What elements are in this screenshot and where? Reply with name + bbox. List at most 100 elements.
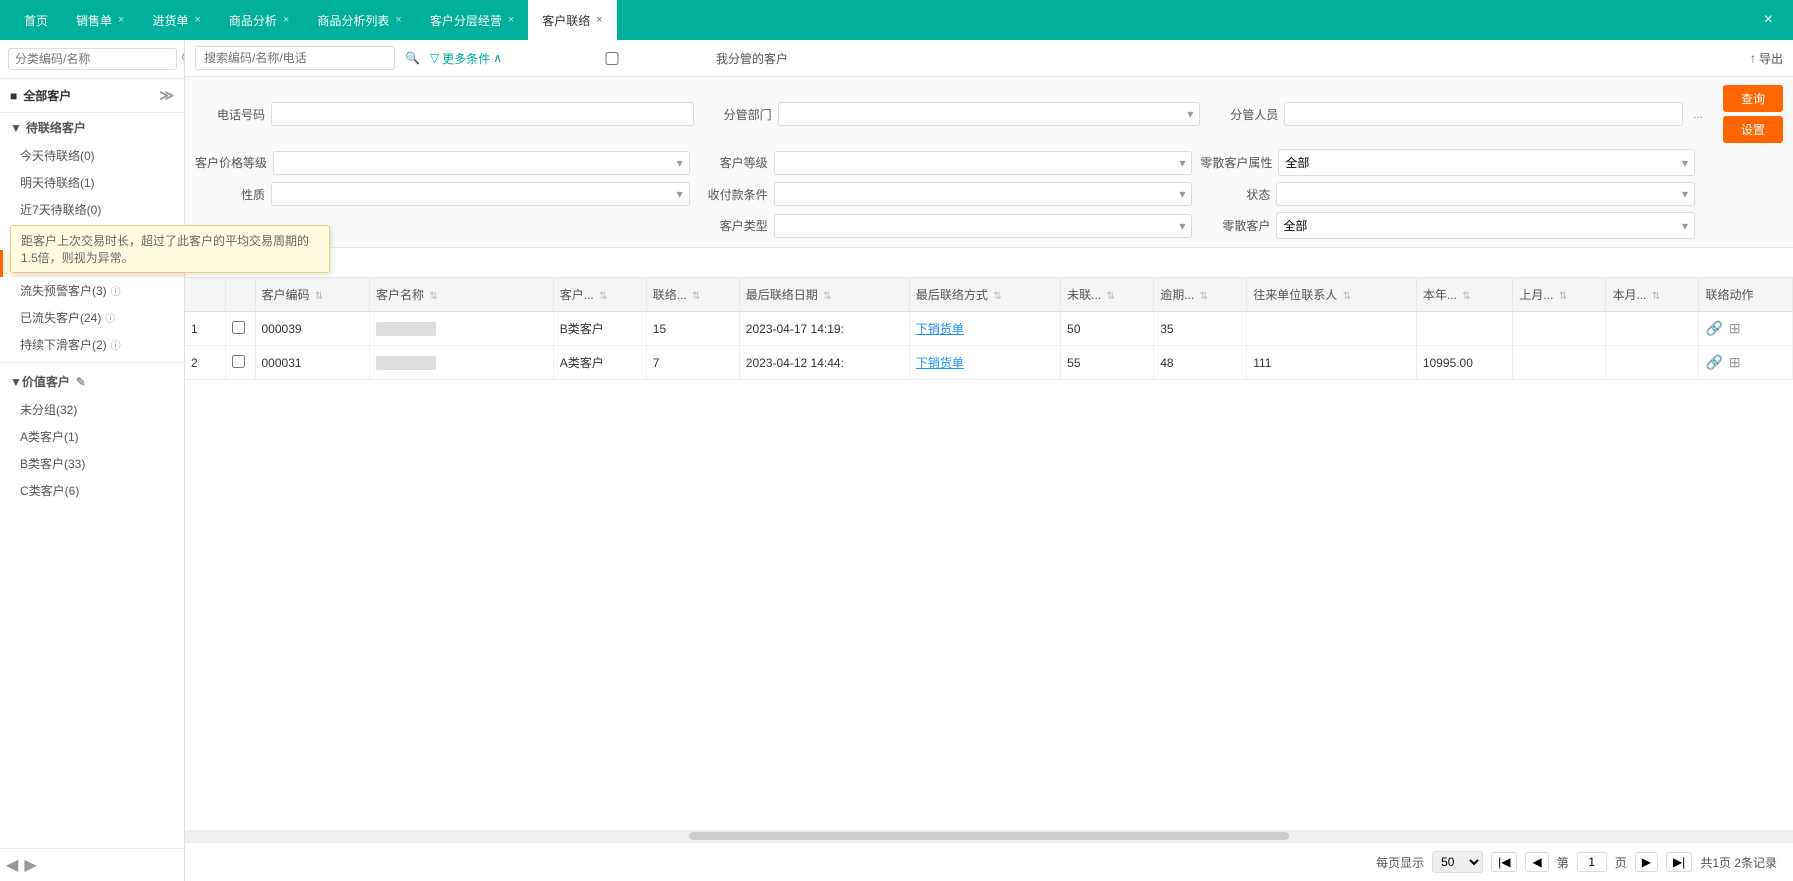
grid-action-icon-1[interactable]: ⊞ <box>1729 320 1741 337</box>
row-checkbox-1[interactable] <box>232 321 245 334</box>
nav-customer-contact[interactable]: 客户联络 × <box>528 0 616 40</box>
horizontal-scrollbar[interactable] <box>185 830 1793 842</box>
phone-input[interactable] <box>271 102 694 126</box>
nav-customer-tier[interactable]: 客户分层经营 × <box>416 0 528 40</box>
status-select[interactable]: ▾ <box>1276 182 1695 206</box>
per-page-select[interactable]: 50 100 200 <box>1432 851 1483 873</box>
sort-icon-type[interactable]: ⇅ <box>599 291 607 302</box>
sidebar-search-input[interactable] <box>8 48 177 70</box>
top-nav: 首页 销售单 × 进货单 × 商品分析 × 商品分析列表 × 客户分层经营 × … <box>0 0 1793 40</box>
sidebar-item-churn-warning[interactable]: 流失预警客户(3) ⓘ <box>0 277 184 304</box>
sort-icon-lmonth[interactable]: ⇅ <box>1559 291 1567 302</box>
customer-type-select[interactable]: ▾ <box>774 214 1193 238</box>
sort-icon-date[interactable]: ⇅ <box>823 291 831 302</box>
link-action-icon-2[interactable]: 🔗 <box>1705 354 1722 371</box>
nav-home[interactable]: 首页 <box>10 0 62 40</box>
sort-icon-code[interactable]: ⇅ <box>315 291 323 302</box>
manager-ellipsis[interactable]: ... <box>1689 107 1707 121</box>
customer-tier-select[interactable]: ▾ <box>774 151 1193 175</box>
sort-icon-method[interactable]: ⇅ <box>993 291 1001 302</box>
chevron-down-icon-2: ▾ <box>677 156 683 170</box>
sort-icon-contact[interactable]: ⇅ <box>692 291 700 302</box>
customer-tier-label: 客户等级 <box>698 154 768 171</box>
next-page-button[interactable]: ▶ <box>1635 852 1658 872</box>
cell-name-2 <box>369 346 553 380</box>
sidebar-item-tomorrow[interactable]: 明天待联络(1) <box>0 169 184 196</box>
sidebar-item-7days[interactable]: 近7天待联络(0) <box>0 196 184 223</box>
chevron-down-icon-6: ▾ <box>1179 187 1185 201</box>
sort-icon-person[interactable]: ⇅ <box>1343 291 1351 302</box>
export-button[interactable]: ↑ 导出 <box>1750 50 1783 67</box>
scrollbar-thumb[interactable] <box>689 832 1289 840</box>
query-button[interactable]: 查询 <box>1723 85 1783 112</box>
sidebar-item-class-c[interactable]: C类客户(6) <box>0 477 184 504</box>
last-method-link-2[interactable]: 下销货单 <box>916 356 964 370</box>
nav-product-list-close[interactable]: × <box>395 14 401 26</box>
link-action-icon-1[interactable]: 🔗 <box>1705 320 1722 337</box>
my-customers-checkbox[interactable]: 我分管的客户 <box>512 50 788 67</box>
edit-icon[interactable]: ✎ <box>76 375 86 389</box>
nav-customer-tier-close[interactable]: × <box>508 14 514 26</box>
settings-button[interactable]: 设置 <box>1723 116 1783 143</box>
scatter-customer-select[interactable]: 全部 ▾ <box>1276 212 1695 239</box>
filter-cell-customer-tier: 客户等级 ▾ <box>698 151 1193 175</box>
nav-customer-contact-close[interactable]: × <box>596 14 602 26</box>
sidebar-item-class-a[interactable]: A类客户(1) <box>0 423 184 450</box>
all-customers-title[interactable]: ■ 全部客户 ≫ <box>0 79 184 113</box>
filter-cell-scatter-attr: 零散客户属性 全部 ▾ <box>1200 149 1695 176</box>
page-label: 第 <box>1557 854 1569 871</box>
nav-product-analysis-close[interactable]: × <box>283 14 289 26</box>
sort-icon-tmonth[interactable]: ⇅ <box>1652 291 1660 302</box>
cell-type-2: A类客户 <box>553 346 646 380</box>
chevron-down-icon: ▾ <box>1187 107 1193 121</box>
last-page-button[interactable]: ▶| <box>1666 852 1692 872</box>
cell-checkbox-2[interactable] <box>225 346 255 380</box>
row-checkbox-2[interactable] <box>232 355 245 368</box>
nav-product-analysis[interactable]: 商品分析 × <box>215 0 303 40</box>
sort-icon-year[interactable]: ⇅ <box>1462 291 1470 302</box>
nav-sales[interactable]: 销售单 × <box>62 0 138 40</box>
sidebar-group-value[interactable]: ▼ 价值客户 ✎ <box>0 367 184 396</box>
sidebar-item-churned[interactable]: 已流失客户(24) ⓘ <box>0 304 184 331</box>
dept-select[interactable]: ▾ <box>778 102 1201 126</box>
sidebar-group-pending[interactable]: ▼ 待联络客户 <box>0 113 184 142</box>
filter-cell-dept: 分管部门 ▾ <box>702 102 1201 126</box>
cell-checkbox-1[interactable] <box>225 312 255 346</box>
col-last-method: 最后联络方式 ⇅ <box>909 278 1060 312</box>
search-button[interactable]: 🔍 <box>405 51 420 65</box>
sidebar-collapse-button[interactable]: ≫ <box>159 87 174 104</box>
nav-sales-close[interactable]: × <box>118 14 124 26</box>
sidebar-item-unclassified[interactable]: 未分组(32) <box>0 396 184 423</box>
sidebar-item-class-b[interactable]: B类客户(33) <box>0 450 184 477</box>
scatter-attr-select[interactable]: 全部 ▾ <box>1278 149 1695 176</box>
sidebar-right-arrow[interactable]: ▶ <box>24 855 36 875</box>
grid-action-icon-2[interactable]: ⊞ <box>1729 354 1741 371</box>
sidebar-left-arrow[interactable]: ◀ <box>6 855 18 875</box>
page-number-input[interactable] <box>1577 852 1607 872</box>
cell-type-1: B类客户 <box>553 312 646 346</box>
sort-icon-uncontacted[interactable]: ⇅ <box>1107 291 1115 302</box>
action-icons-1: 🔗 ⊞ <box>1705 320 1786 337</box>
sidebar-bottom: ◀ ▶ <box>0 848 184 881</box>
payment-select[interactable]: ▾ <box>774 182 1193 206</box>
nav-product-list[interactable]: 商品分析列表 × <box>303 0 415 40</box>
more-conditions-button[interactable]: ▽ 更多条件 ∧ <box>430 50 502 67</box>
prev-page-button[interactable]: ◀ <box>1525 852 1548 872</box>
window-close-button[interactable]: × <box>1754 11 1783 29</box>
search-input[interactable] <box>195 46 395 70</box>
sidebar-item-today[interactable]: 今天待联络(0) <box>0 142 184 169</box>
sidebar-item-declining[interactable]: 持续下滑客户(2) ⓘ <box>0 331 184 358</box>
sort-icon-name[interactable]: ⇅ <box>429 291 437 302</box>
first-page-button[interactable]: |◀ <box>1491 852 1517 872</box>
nav-purchase[interactable]: 进货单 × <box>138 0 214 40</box>
nav-purchase-close[interactable]: × <box>194 14 200 26</box>
my-customers-check[interactable] <box>512 52 712 65</box>
sort-icon-overdue[interactable]: ⇅ <box>1200 291 1208 302</box>
manager-input[interactable] <box>1284 102 1683 126</box>
filter-cell-nature: 性质 ▾ <box>195 182 690 206</box>
price-tier-select[interactable]: ▾ <box>273 151 690 175</box>
triangle-icon: ▼ <box>10 121 22 135</box>
tooltip: 距客户上次交易时长，超过了此客户的平均交易周期的1.5倍，则视为异常。 <box>185 225 330 273</box>
nature-select[interactable]: ▾ <box>271 182 690 206</box>
last-method-link-1[interactable]: 下销货单 <box>916 322 964 336</box>
